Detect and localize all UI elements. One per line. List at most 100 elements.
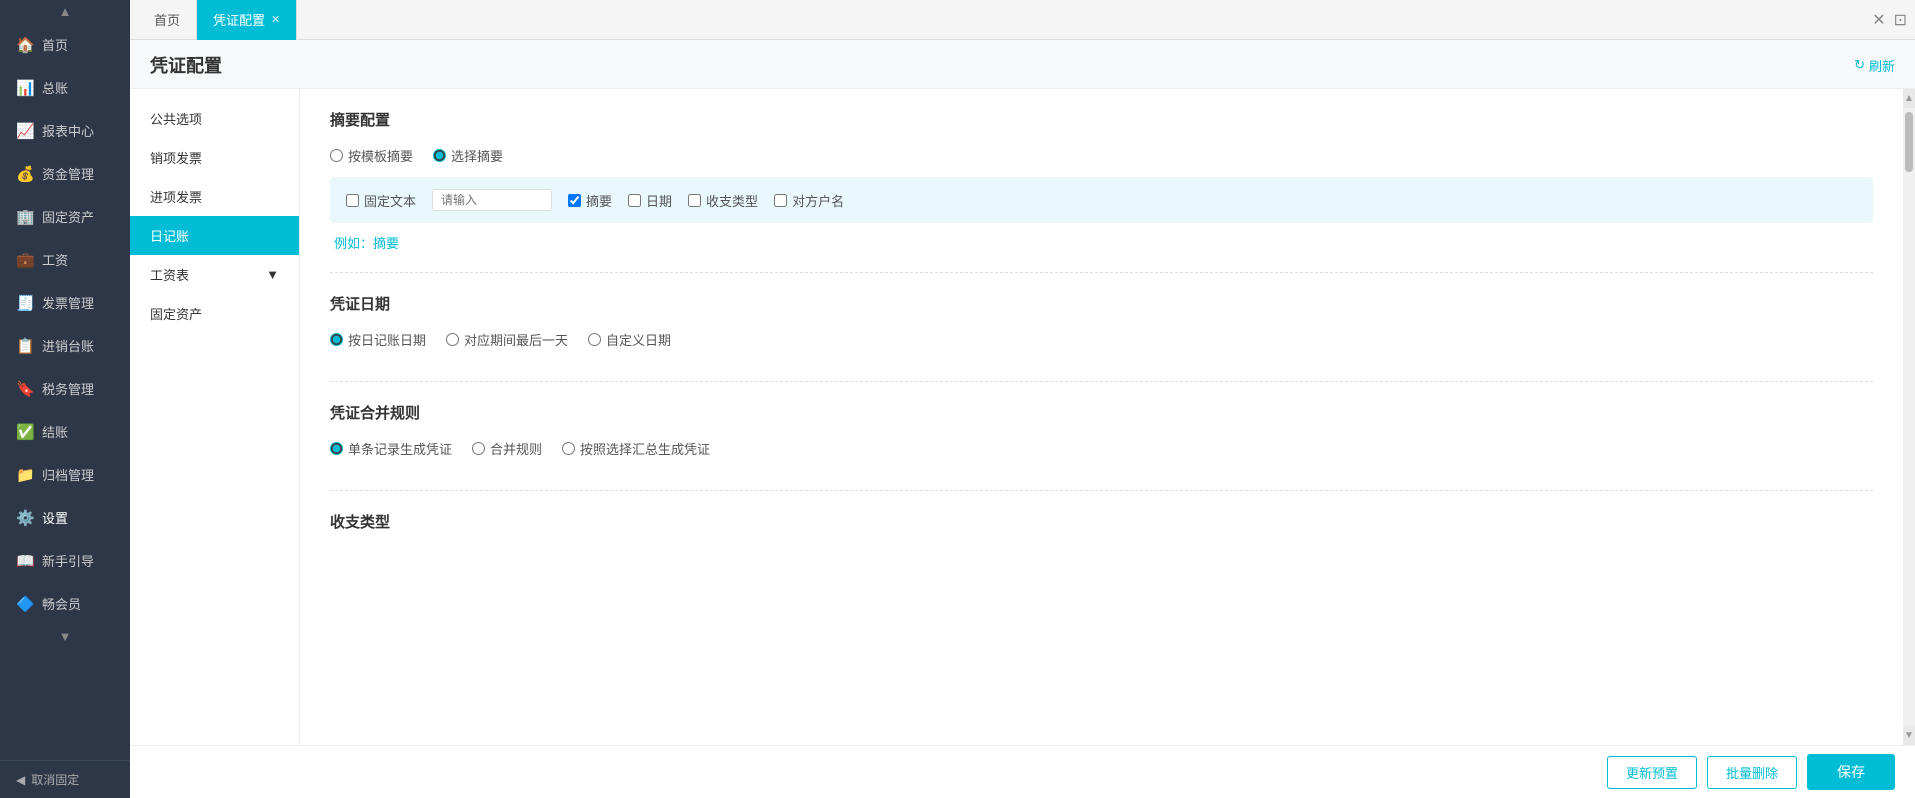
sidebar-item-salary[interactable]: 💼 工资 bbox=[0, 238, 130, 281]
sidebar-item-label: 首页 bbox=[42, 35, 68, 54]
tab-home[interactable]: 首页 bbox=[138, 0, 197, 40]
checkbox-counterpart[interactable]: 对方户名 bbox=[774, 191, 844, 210]
radio-last-day-input[interactable] bbox=[446, 333, 459, 346]
assets-icon: 🏢 bbox=[16, 208, 34, 226]
update-preset-button[interactable]: 更新预置 bbox=[1607, 756, 1697, 789]
sidebar-item-label: 畅会员 bbox=[42, 594, 81, 613]
radio-merge-rule[interactable]: 合并规则 bbox=[472, 439, 542, 458]
radio-select-merge[interactable]: 按照选择汇总生成凭证 bbox=[562, 439, 710, 458]
radio-journal-date-input[interactable] bbox=[330, 333, 343, 346]
sidebar-scroll-down[interactable]: ▼ bbox=[0, 625, 130, 648]
sidebar-item-assets[interactable]: 🏢 固定资产 bbox=[0, 195, 130, 238]
scroll-down-button[interactable]: ▼ bbox=[1903, 726, 1915, 745]
radio-merge-rule-input[interactable] bbox=[472, 442, 485, 455]
settings-icon: ⚙️ bbox=[16, 509, 34, 527]
nav-item-sales-invoice[interactable]: 销项发票 bbox=[130, 138, 299, 177]
scroll-thumb[interactable] bbox=[1905, 112, 1913, 172]
radio-template-summary[interactable]: 按模板摘要 bbox=[330, 146, 413, 165]
tab-home-label: 首页 bbox=[154, 10, 180, 29]
section-merge-rules: 凭证合并规则 单条记录生成凭证 合并规则 按照选择汇总生成凭证 bbox=[330, 402, 1873, 491]
checkbox-date-input[interactable] bbox=[628, 194, 641, 207]
content-area: 公共选项 销项发票 进项发票 日记账 工资表 ▼ 固定资产 摘要配置 bbox=[130, 89, 1915, 745]
sidebar-scroll-up[interactable]: ▲ bbox=[0, 0, 130, 23]
radio-select-merge-input[interactable] bbox=[562, 442, 575, 455]
page-title: 凭证配置 bbox=[150, 52, 222, 78]
radio-template-label: 按模板摘要 bbox=[348, 146, 413, 165]
nav-item-public[interactable]: 公共选项 bbox=[130, 99, 299, 138]
checkbox-income-type-label: 收支类型 bbox=[706, 191, 758, 210]
scroll-up-button[interactable]: ▲ bbox=[1903, 89, 1915, 108]
checkbox-summary[interactable]: 摘要 bbox=[568, 191, 612, 210]
radio-select-summary[interactable]: 选择摘要 bbox=[433, 146, 503, 165]
checkbox-income-type-input[interactable] bbox=[688, 194, 701, 207]
merge-radio-group: 单条记录生成凭证 合并规则 按照选择汇总生成凭证 bbox=[330, 439, 1873, 458]
fixed-text-input[interactable] bbox=[432, 189, 552, 211]
nav-item-journal[interactable]: 日记账 bbox=[130, 216, 299, 255]
bottom-action-bar: 更新预置 批量删除 保存 bbox=[130, 745, 1915, 798]
sidebar-item-settlement[interactable]: ✅ 结账 bbox=[0, 410, 130, 453]
nav-item-purchase-invoice[interactable]: 进项发票 bbox=[130, 177, 299, 216]
radio-custom-date-input[interactable] bbox=[588, 333, 601, 346]
radio-journal-date[interactable]: 按日记账日期 bbox=[330, 330, 426, 349]
nav-item-payroll[interactable]: 工资表 ▼ bbox=[130, 255, 299, 294]
section-date-title: 凭证日期 bbox=[330, 293, 1873, 314]
checkbox-fixed-text-input[interactable] bbox=[346, 194, 359, 207]
sidebar-item-ledger[interactable]: 📊 总账 bbox=[0, 66, 130, 109]
date-radio-group: 按日记账日期 对应期间最后一天 自定义日期 bbox=[330, 330, 1873, 349]
sidebar-item-home[interactable]: 🏠 首页 bbox=[0, 23, 130, 66]
sidebar-item-tax[interactable]: 🔖 税务管理 bbox=[0, 367, 130, 410]
ledger-icon: 📊 bbox=[16, 79, 34, 97]
pin-icon: ◀ bbox=[16, 773, 25, 787]
guide-icon: 📖 bbox=[16, 552, 34, 570]
checkbox-income-type[interactable]: 收支类型 bbox=[688, 191, 758, 210]
sidebar-item-archive[interactable]: 📁 归档管理 bbox=[0, 453, 130, 496]
summary-example: 例如：摘要 bbox=[330, 233, 1873, 252]
nav-item-fixed-assets[interactable]: 固定资产 bbox=[130, 294, 299, 333]
nav-item-public-label: 公共选项 bbox=[150, 109, 202, 128]
radio-select-merge-label: 按照选择汇总生成凭证 bbox=[580, 439, 710, 458]
left-nav: 公共选项 销项发票 进项发票 日记账 工资表 ▼ 固定资产 bbox=[130, 89, 300, 745]
tax-icon: 🔖 bbox=[16, 380, 34, 398]
nav-item-purchase-invoice-label: 进项发票 bbox=[150, 187, 202, 206]
sidebar-item-label: 设置 bbox=[42, 508, 68, 527]
chevron-down-icon: ▼ bbox=[266, 267, 279, 282]
sidebar-bottom-label: 取消固定 bbox=[31, 771, 79, 788]
salary-icon: 💼 bbox=[16, 251, 34, 269]
sidebar-item-settings[interactable]: ⚙️ 设置 bbox=[0, 496, 130, 539]
sidebar-item-label: 归档管理 bbox=[42, 465, 94, 484]
sidebar-item-member[interactable]: 🔷 畅会员 bbox=[0, 582, 130, 625]
section-summary: 摘要配置 按模板摘要 选择摘要 固定文本 bbox=[330, 109, 1873, 273]
checkbox-summary-input[interactable] bbox=[568, 194, 581, 207]
section-voucher-date: 凭证日期 按日记账日期 对应期间最后一天 自定义日期 bbox=[330, 293, 1873, 382]
sidebar-item-invoice[interactable]: 🧾 发票管理 bbox=[0, 281, 130, 324]
tab-bar: 首页 凭证配置 ✕ ✕ ⊡ bbox=[130, 0, 1915, 40]
checkbox-fixed-text-label: 固定文本 bbox=[364, 191, 416, 210]
summary-radio-group: 按模板摘要 选择摘要 bbox=[330, 146, 1873, 165]
radio-custom-date[interactable]: 自定义日期 bbox=[588, 330, 671, 349]
checkbox-fixed-text[interactable]: 固定文本 bbox=[346, 191, 416, 210]
radio-single-record[interactable]: 单条记录生成凭证 bbox=[330, 439, 452, 458]
sidebar-item-guide[interactable]: 📖 新手引导 bbox=[0, 539, 130, 582]
refresh-button[interactable]: ↻ 刷新 bbox=[1854, 56, 1895, 75]
sidebar-unpin-button[interactable]: ◀ 取消固定 bbox=[0, 760, 130, 798]
checkbox-date[interactable]: 日期 bbox=[628, 191, 672, 210]
sidebar: ▲ 🏠 首页 📊 总账 📈 报表中心 💰 资金管理 🏢 固定资产 💼 工资 🧾 … bbox=[0, 0, 130, 798]
checkbox-counterpart-label: 对方户名 bbox=[792, 191, 844, 210]
radio-last-day[interactable]: 对应期间最后一天 bbox=[446, 330, 568, 349]
sidebar-item-label: 总账 bbox=[42, 78, 68, 97]
tab-close-button[interactable]: ✕ bbox=[1872, 10, 1885, 30]
batch-delete-button[interactable]: 批量删除 bbox=[1707, 756, 1797, 789]
radio-single-record-input[interactable] bbox=[330, 442, 343, 455]
sidebar-item-sales-ledger[interactable]: 📋 进销台账 bbox=[0, 324, 130, 367]
tab-voucher-config[interactable]: 凭证配置 ✕ bbox=[197, 0, 297, 40]
sidebar-item-funds[interactable]: 💰 资金管理 bbox=[0, 152, 130, 195]
tab-close-icon[interactable]: ✕ bbox=[271, 13, 280, 26]
radio-select-input[interactable] bbox=[433, 149, 446, 162]
tab-restore-button[interactable]: ⊡ bbox=[1894, 10, 1907, 30]
checkbox-counterpart-input[interactable] bbox=[774, 194, 787, 207]
settlement-icon: ✅ bbox=[16, 423, 34, 441]
radio-template-input[interactable] bbox=[330, 149, 343, 162]
sidebar-item-reports[interactable]: 📈 报表中心 bbox=[0, 109, 130, 152]
save-button[interactable]: 保存 bbox=[1807, 754, 1895, 790]
sidebar-item-label: 结账 bbox=[42, 422, 68, 441]
